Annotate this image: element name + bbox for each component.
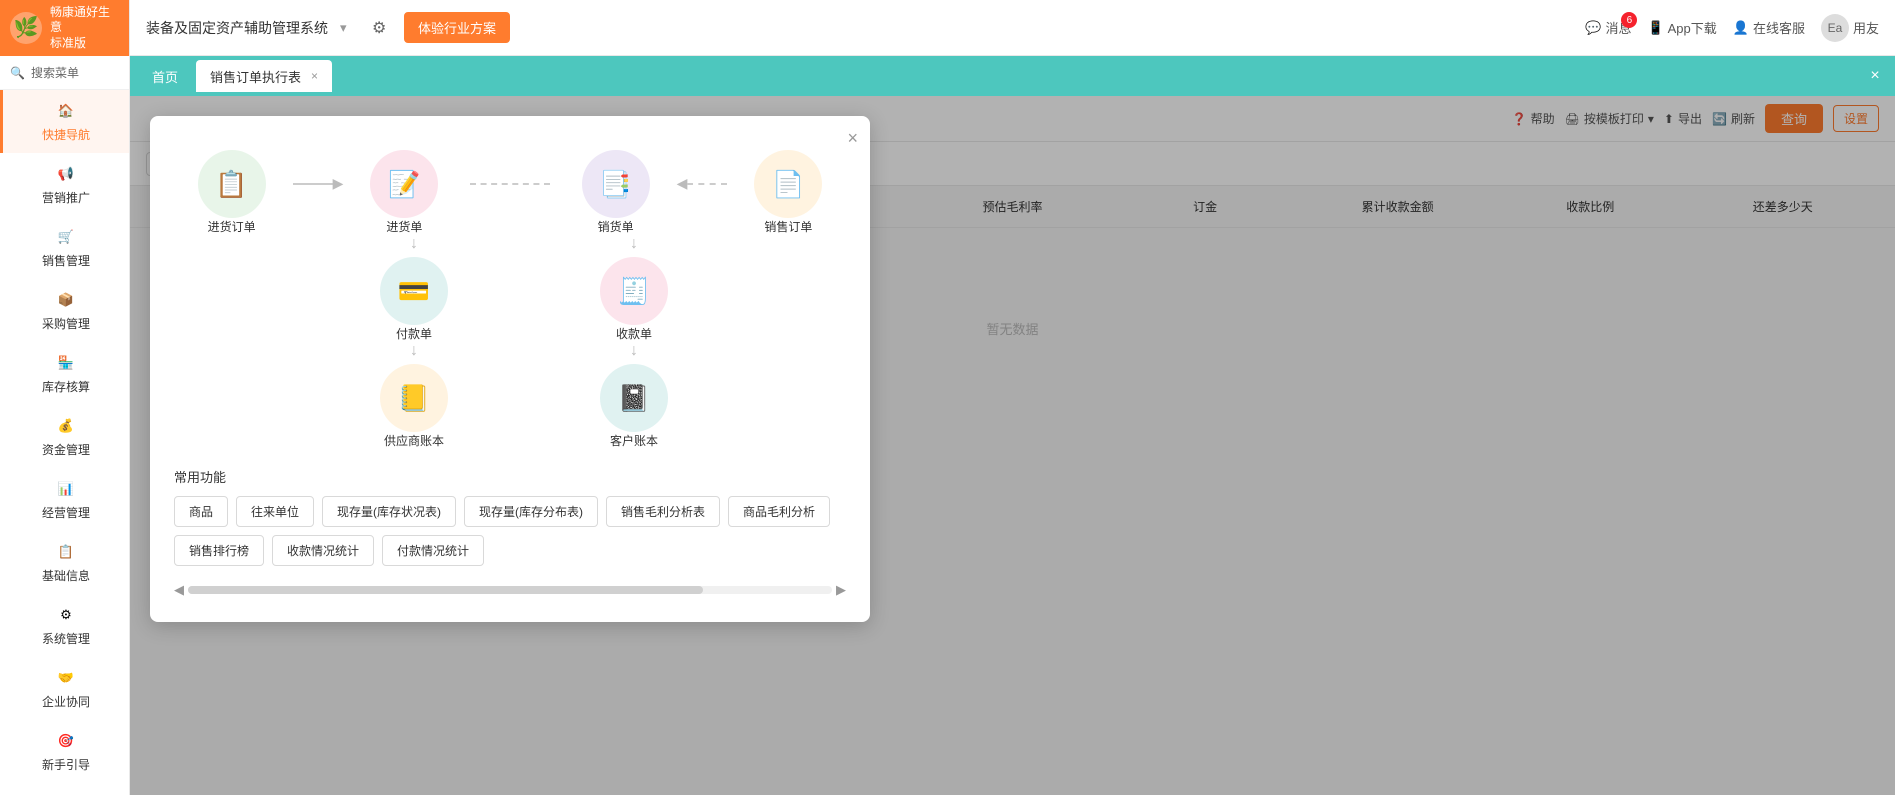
app-download-item[interactable]: 📱 App下载	[1647, 18, 1716, 37]
content-area: ❓ 帮助 🖨 按模板打印 ▾ ⬆ 导出 🔄 刷新	[130, 96, 1895, 795]
message-item[interactable]: 💬 消息 6	[1585, 18, 1631, 37]
logo-text: 畅康通好生意 标准版	[50, 5, 121, 52]
svg-text:🌿: 🌿	[14, 15, 39, 39]
sidebar-item-purchase[interactable]: 📦 采购管理	[0, 279, 129, 342]
sidebar-item-sales[interactable]: 🛒 销售管理	[0, 216, 129, 279]
newbie-icon: 🎯	[55, 730, 77, 752]
scrollbar-track[interactable]	[188, 586, 832, 594]
sidebar-item-quick-nav[interactable]: 🏠 快捷导航	[0, 90, 129, 153]
message-badge: 6	[1621, 12, 1637, 28]
sidebar-item-basic[interactable]: 📋 基础信息	[0, 531, 129, 594]
supplier-ledger-label: 供应商账本	[384, 432, 444, 449]
tab-bar: 首页 销售订单执行表 × ×	[130, 56, 1895, 96]
cf-btn-sales-margin[interactable]: 销售毛利分析表	[606, 496, 720, 527]
node-customer-ledger: 📓 客户账本	[574, 364, 694, 449]
node-purchase-order: 📋 进货订单	[174, 150, 289, 235]
node-sales-bill: 📑 销货单	[558, 150, 673, 235]
tab-close-icon[interactable]: ×	[311, 69, 318, 83]
common-functions-title: 常用功能	[174, 467, 846, 486]
node-receipt-bill: 🧾 收款单	[574, 257, 694, 342]
sidebar-item-marketing[interactable]: 📢 营销推广	[0, 153, 129, 216]
message-icon: 💬	[1585, 20, 1601, 36]
dropdown-arrow-icon[interactable]: ▾	[340, 18, 360, 38]
top-bar-right: 💬 消息 6 📱 App下载 👤 在线客服 Ea 用友	[1585, 14, 1879, 42]
purchase-bill-label: 进货单	[386, 218, 422, 235]
receipt-bill-label: 收款单	[616, 325, 652, 342]
node-payment-bill: 💳 付款单	[354, 257, 474, 342]
customer-ledger-label: 客户账本	[610, 432, 658, 449]
tab-bar-close-icon[interactable]: ×	[1863, 64, 1887, 88]
modal-scrollbar: ◀ ▶	[174, 582, 846, 598]
quick-nav-icon: 🏠	[55, 100, 77, 122]
sidebar-item-newbie[interactable]: 🎯 新手引导	[0, 720, 129, 783]
customer-ledger-icon: 📓	[600, 364, 668, 432]
cf-btn-inventory-dist[interactable]: 现存量(库存分布表)	[464, 496, 598, 527]
common-function-buttons: 商品 往来单位 现存量(库存状况表) 现存量(库存分布表) 销售毛利分析表 商品…	[174, 496, 846, 566]
modal-overlay[interactable]: × 📋 进货订单 ▶	[130, 96, 1895, 795]
cf-btn-receipt-stats[interactable]: 收款情况统计	[272, 535, 374, 566]
cf-btn-product[interactable]: 商品	[174, 496, 228, 527]
cf-btn-payment-stats[interactable]: 付款情况统计	[382, 535, 484, 566]
logo: 🌿 畅康通好生意 标准版	[0, 0, 129, 56]
search-menu[interactable]: 🔍 搜索菜单	[0, 56, 129, 90]
scroll-right-icon[interactable]: ▶	[836, 582, 846, 598]
sidebar-item-operations[interactable]: 📊 经营管理	[0, 468, 129, 531]
service-icon: 👤	[1733, 20, 1749, 36]
trial-button[interactable]: 体验行业方案	[404, 12, 510, 43]
top-bar: 装备及固定资产辅助管理系统 ▾ ⚙ 体验行业方案 💬 消息 6 📱 App下载 …	[130, 0, 1895, 56]
sales-icon: 🛒	[55, 226, 77, 248]
supplier-ledger-icon: 📒	[380, 364, 448, 432]
main-area: 装备及固定资产辅助管理系统 ▾ ⚙ 体验行业方案 💬 消息 6 📱 App下载 …	[130, 0, 1895, 795]
online-service-item[interactable]: 👤 在线客服	[1733, 18, 1805, 37]
scroll-left-icon[interactable]: ◀	[174, 582, 184, 598]
scrollbar-thumb	[188, 586, 703, 594]
purchase-bill-icon: 📝	[370, 150, 438, 218]
cf-btn-inventory-status[interactable]: 现存量(库存状况表)	[322, 496, 456, 527]
avatar: Ea	[1821, 14, 1849, 42]
inventory-icon: 🏪	[55, 352, 77, 374]
flow-modal: × 📋 进货订单 ▶	[150, 116, 870, 622]
tab-sales-order-exec[interactable]: 销售订单执行表 ×	[196, 60, 332, 92]
cf-btn-product-margin[interactable]: 商品毛利分析	[728, 496, 830, 527]
basic-icon: 📋	[55, 541, 77, 563]
cf-btn-sales-ranking[interactable]: 销售排行榜	[174, 535, 264, 566]
marketing-icon: 📢	[55, 163, 77, 185]
tab-home[interactable]: 首页	[138, 60, 192, 92]
sidebar-item-system[interactable]: ⚙ 系统管理	[0, 594, 129, 657]
sidebar-item-finance[interactable]: 💰 资金管理	[0, 405, 129, 468]
modal-close-button[interactable]: ×	[847, 128, 858, 149]
logo-icon: 🌿	[8, 10, 44, 46]
system-icon: ⚙	[55, 604, 77, 626]
sales-bill-label: 销货单	[598, 218, 634, 235]
flow-diagram: 📋 进货订单 ▶ 📝 进货单	[174, 140, 846, 459]
system-title: 装备及固定资产辅助管理系统	[146, 18, 328, 38]
purchase-order-icon: 📋	[198, 150, 266, 218]
receipt-bill-icon: 🧾	[600, 257, 668, 325]
app-icon: 📱	[1647, 20, 1663, 36]
payment-bill-icon: 💳	[380, 257, 448, 325]
node-sales-order: 📄 销售订单	[731, 150, 846, 235]
sales-bill-icon: 📑	[582, 150, 650, 218]
node-purchase-bill: 📝 进货单	[347, 150, 462, 235]
nav-menu: 🏠 快捷导航 📢 营销推广 🛒 销售管理 📦 采购管理 🏪 库存核算 💰	[0, 90, 129, 795]
search-icon: 🔍	[10, 66, 25, 80]
sidebar-item-enterprise[interactable]: 🤝 企业协同	[0, 657, 129, 720]
operations-icon: 📊	[55, 478, 77, 500]
common-functions: 常用功能 商品 往来单位 现存量(库存状况表) 现存量(库存分布表) 销售毛利分…	[174, 467, 846, 566]
payment-bill-label: 付款单	[396, 325, 432, 342]
settings-gear-icon[interactable]: ⚙	[372, 18, 392, 38]
node-supplier-ledger: 📒 供应商账本	[354, 364, 474, 449]
purchase-icon: 📦	[55, 289, 77, 311]
cf-btn-contacts[interactable]: 往来单位	[236, 496, 314, 527]
sales-order-label: 销售订单	[764, 218, 812, 235]
sidebar: 🌿 畅康通好生意 标准版 🔍 搜索菜单 🏠 快捷导航 📢 营销推广 🛒	[0, 0, 130, 795]
sidebar-item-inventory[interactable]: 🏪 库存核算	[0, 342, 129, 405]
sales-order-icon: 📄	[754, 150, 822, 218]
user-item[interactable]: Ea 用友	[1821, 14, 1879, 42]
enterprise-icon: 🤝	[55, 667, 77, 689]
finance-icon: 💰	[55, 415, 77, 437]
purchase-order-label: 进货订单	[208, 218, 256, 235]
